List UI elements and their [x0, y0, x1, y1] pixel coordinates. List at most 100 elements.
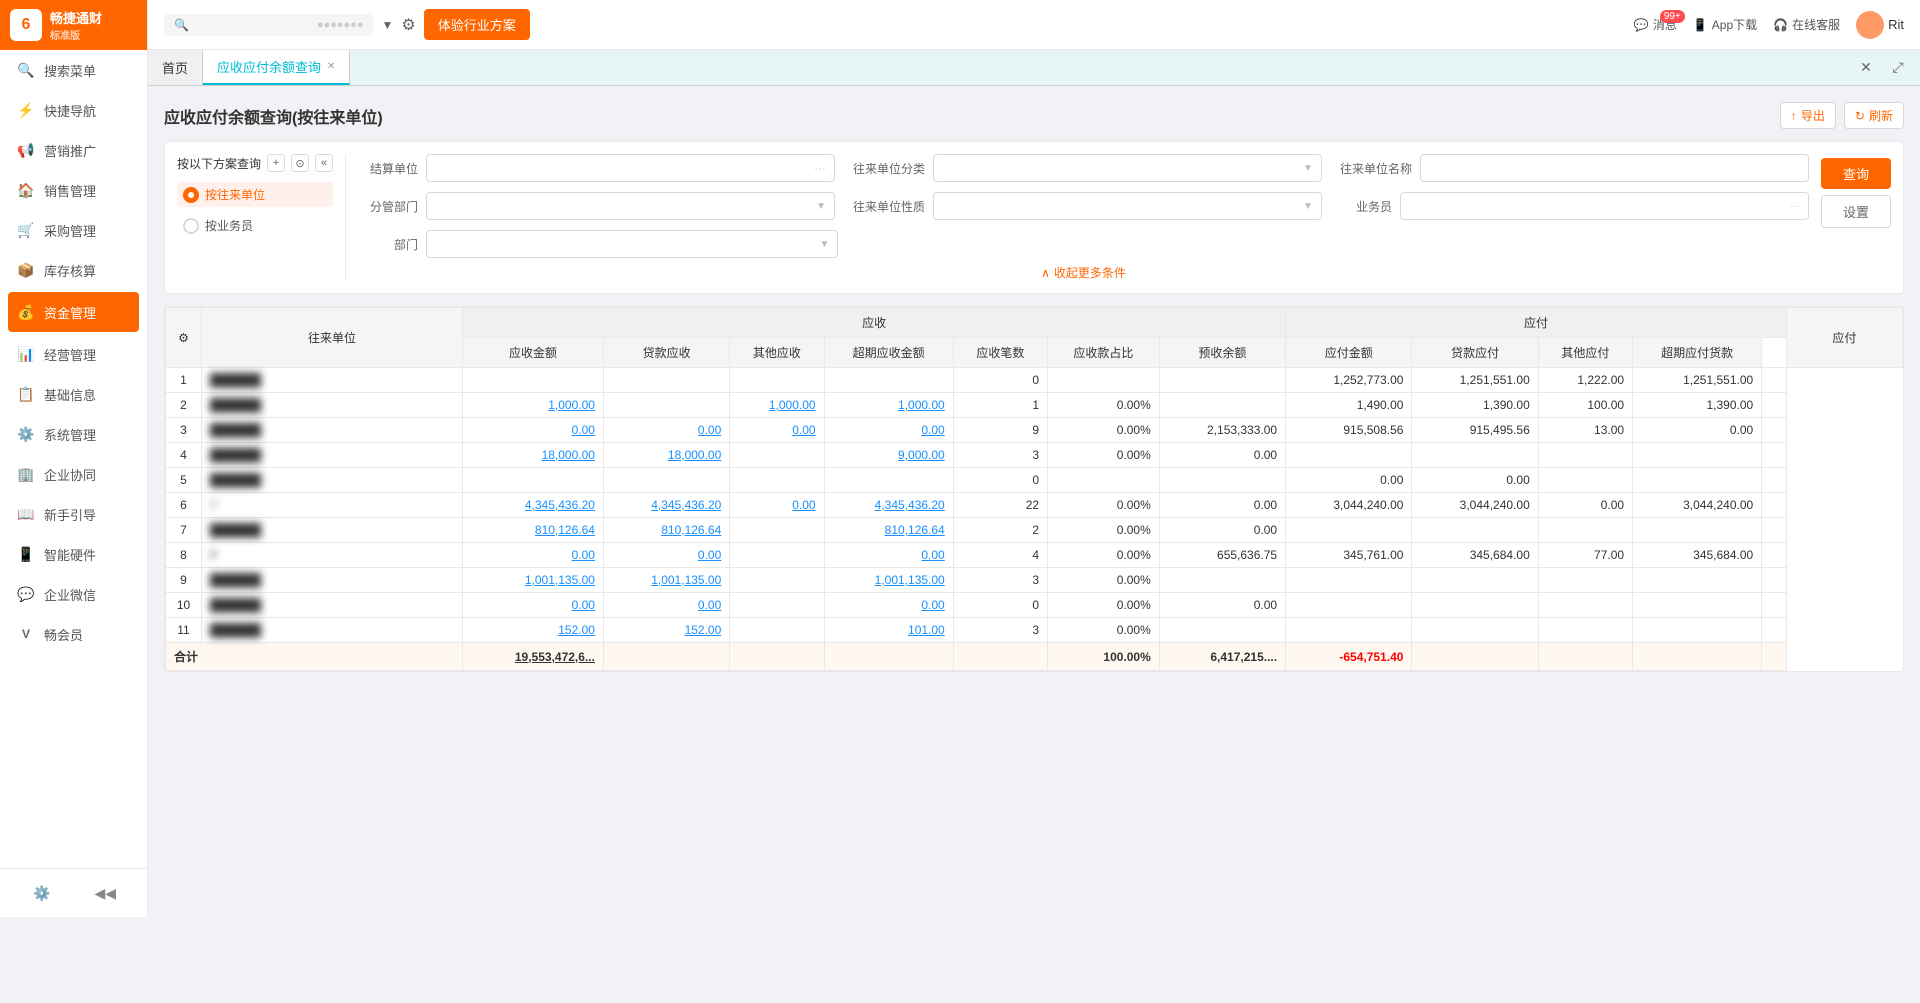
th-ar-group: 应收 — [463, 308, 1286, 338]
sidebar-item-inventory[interactable]: 📦 库存核算 — [0, 250, 147, 290]
partner-name: ██████ — [202, 593, 463, 618]
partner-category-select[interactable]: ▼ — [933, 154, 1322, 182]
partner-name: ██████ — [202, 418, 463, 443]
refresh-label: 刷新 — [1869, 107, 1893, 124]
partner-name-input[interactable] — [1420, 154, 1809, 182]
footer-ar-other — [730, 643, 824, 671]
filter-option-salesman[interactable]: 按业务员 — [177, 213, 333, 238]
sidebar-item-basic[interactable]: 📋 基础信息 — [0, 374, 147, 414]
sidebar-item-guide[interactable]: 📖 新手引导 — [0, 494, 147, 534]
sales-icon: 🏠 — [16, 180, 36, 200]
sidebar-item-finance[interactable]: 💰 资金管理 — [8, 292, 139, 332]
sidebar-item-corp[interactable]: 🏢 企业协同 — [0, 454, 147, 494]
salesman-input[interactable]: ··· — [1400, 192, 1809, 220]
ap-extra — [1762, 418, 1787, 443]
table-row: 1██████01,252,773.001,251,551.001,222.00… — [166, 368, 1903, 393]
footer-ar-loan — [603, 643, 729, 671]
th-ap-amount: 应付金额 — [1286, 338, 1412, 368]
th-ar-ratio: 应收款占比 — [1048, 338, 1160, 368]
online-service-button[interactable]: 🎧 在线客服 — [1773, 16, 1840, 33]
sidebar-item-sales[interactable]: 🏠 销售管理 — [0, 170, 147, 210]
th-ar-count: 应收笔数 — [953, 338, 1047, 368]
blurred-text: ●●●●●●● — [317, 19, 364, 31]
table-row: 5██████00.000.00 — [166, 468, 1903, 493]
sidebar-item-wechat[interactable]: 💬 企业微信 — [0, 574, 147, 614]
user-menu[interactable]: Rit — [1856, 11, 1904, 39]
th-ap-extra: 应付 — [1786, 308, 1902, 368]
sidebar-item-label: 经营管理 — [44, 345, 96, 364]
th-ar-other: 其他应收 — [730, 338, 824, 368]
guide-icon: 📖 — [16, 504, 36, 524]
sidebar-item-hardware[interactable]: 📱 智能硬件 — [0, 534, 147, 574]
logo-icon: 6 — [10, 9, 42, 41]
close-tab-icon[interactable]: ✕ — [327, 61, 335, 72]
sidebar-item-label: 系统管理 — [44, 425, 96, 444]
sidebar-item-marketing[interactable]: 📢 营销推广 — [0, 130, 147, 170]
dropdown-arrow[interactable]: ▼ — [381, 18, 393, 32]
avatar — [1856, 11, 1884, 39]
sidebar-item-label: 新手引导 — [44, 505, 96, 524]
close-window-icon[interactable]: ✕ — [1854, 56, 1878, 80]
sidebar-item-quick-nav[interactable]: ⚡ 快捷导航 — [0, 90, 147, 130]
settings-bottom-icon[interactable]: ⚙️ — [28, 879, 56, 907]
sidebar-item-label: 基础信息 — [44, 385, 96, 404]
sidebar-item-label: 畅会员 — [44, 625, 83, 644]
dept2-select[interactable]: ▼ — [426, 230, 838, 258]
field-settlement-unit: 结算单位 ··· — [358, 154, 835, 182]
settlement-unit-input[interactable]: ··· — [426, 154, 835, 182]
app-download-button[interactable]: 📱 App下载 — [1693, 16, 1757, 33]
filter-settings-btn[interactable]: ⊙ — [291, 154, 309, 172]
field-label: 往来单位分类 — [845, 160, 925, 177]
field-partner-category: 往来单位分类 ▼ — [845, 154, 1322, 182]
quick-nav-icon: ⚡ — [16, 100, 36, 120]
collapse-icon[interactable]: ◀◀ — [91, 879, 119, 907]
sidebar-item-operation[interactable]: 📊 经营管理 — [0, 334, 147, 374]
tab-home[interactable]: 首页 — [148, 50, 203, 85]
page-actions: ↑ 导出 ↻ 刷新 — [1780, 102, 1904, 129]
tabbar-actions: ✕ ⤢ — [1854, 56, 1920, 80]
purchase-icon: 🛒 — [16, 220, 36, 240]
partner-name: ██████ — [202, 393, 463, 418]
gear-icon[interactable]: ⚙ — [401, 15, 415, 35]
corp-icon: 🏢 — [16, 464, 36, 484]
table-row: 11██████152.00152.00101.0030.00% — [166, 618, 1903, 643]
sidebar-item-system[interactable]: ⚙️ 系统管理 — [0, 414, 147, 454]
tab-ar-query[interactable]: 应收应付余额查询 ✕ — [203, 50, 350, 85]
search-icon: 🔍 — [16, 60, 36, 80]
sidebar-item-search[interactable]: 🔍 搜索菜单 — [0, 50, 147, 90]
filter-add-btn[interactable]: + — [267, 154, 285, 172]
query-button[interactable]: 查询 — [1821, 158, 1891, 189]
solution-button[interactable]: 体验行业方案 — [424, 9, 530, 40]
table-scroll[interactable]: ⚙ 往来单位 应收 应付 应付 应收金额 贷款应收 其他应收 超期应收金额 应收… — [165, 307, 1903, 671]
filter-options: 按往来单位 按业务员 — [177, 182, 333, 238]
tab-ar-query-label: 应收应付余额查询 — [217, 57, 321, 76]
dept-select[interactable]: ▼ — [426, 192, 835, 220]
ap-extra — [1762, 468, 1787, 493]
filter-collapse-btn[interactable]: « — [315, 154, 333, 172]
field-salesman: 业务员 ··· — [1332, 192, 1809, 220]
footer-label: 合计 — [166, 643, 463, 671]
sidebar-item-purchase[interactable]: 🛒 采购管理 — [0, 210, 147, 250]
refresh-button[interactable]: ↻ 刷新 — [1844, 102, 1904, 129]
member-icon: V — [16, 624, 36, 644]
footer-ap-loan — [1412, 643, 1538, 671]
export-button[interactable]: ↑ 导出 — [1780, 102, 1836, 129]
sidebar-item-label: 快捷导航 — [44, 101, 96, 120]
footer-ap-overdue — [1633, 643, 1762, 671]
filter-title: 按以下方案查询 — [177, 155, 261, 172]
notice-button[interactable]: 💬 消息 99+ — [1634, 16, 1677, 33]
expand-icon[interactable]: ⤢ — [1886, 56, 1910, 80]
search-input[interactable] — [193, 18, 313, 32]
topbar-search-box[interactable]: 🔍 ●●●●●●● — [164, 14, 373, 36]
collapse-more-btn[interactable]: ∧ 收起更多条件 — [358, 264, 1809, 281]
chevron-down-icon: ▼ — [1303, 163, 1313, 174]
partner-nature-select[interactable]: ▼ — [933, 192, 1322, 220]
sidebar-item-member[interactable]: V 畅会员 — [0, 614, 147, 654]
partner-name: 7 — [202, 493, 463, 518]
settings-button[interactable]: 设置 — [1821, 195, 1891, 228]
table-settings-icon[interactable]: ⚙ — [178, 331, 189, 345]
th-ap-group: 应付 — [1286, 308, 1787, 338]
footer-ar-amount[interactable]: 19,553,472,6... — [463, 643, 604, 671]
th-ap-loan: 贷款应付 — [1412, 338, 1538, 368]
filter-option-partner[interactable]: 按往来单位 — [177, 182, 333, 207]
